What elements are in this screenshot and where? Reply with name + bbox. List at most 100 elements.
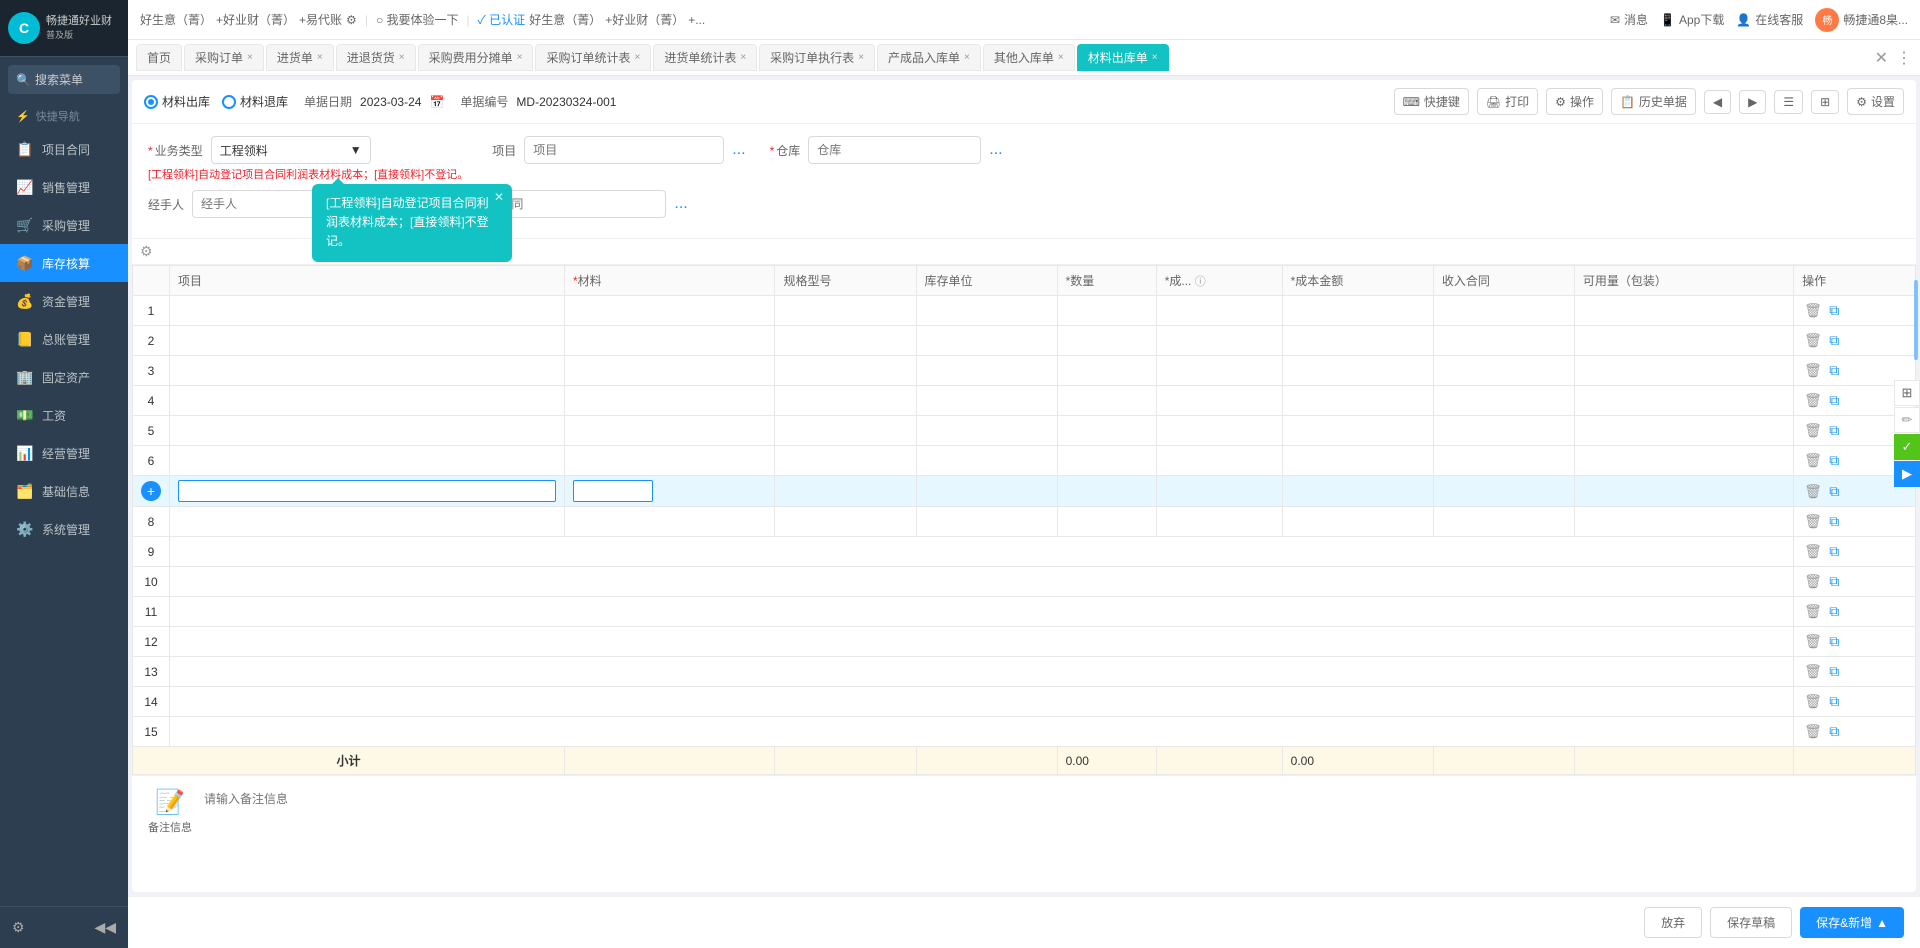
active-material-input[interactable] — [573, 480, 653, 502]
sidebar-item-accounting[interactable]: 📒 总账管理 — [0, 320, 128, 358]
tab-goods-stat[interactable]: 进货单统计表 × — [653, 44, 757, 71]
row-5-cost-price[interactable] — [1156, 416, 1282, 446]
tab-other-receipt[interactable]: 其他入库单 × — [983, 44, 1075, 71]
right-icon-blue[interactable]: ▶ — [1894, 461, 1920, 487]
user-profile[interactable]: 畅 畅捷通8臬... — [1815, 8, 1908, 32]
row-1-cost-price[interactable] — [1156, 296, 1282, 326]
row-2-project[interactable] — [170, 326, 565, 356]
search-menu-button[interactable]: 🔍 搜索菜单 — [8, 65, 120, 94]
business-type-select[interactable]: 工程领料 ▼ — [211, 136, 371, 164]
row-active-quantity[interactable] — [1057, 476, 1156, 507]
sidebar-item-system[interactable]: ⚙️ 系统管理 — [0, 510, 128, 548]
row-6-unit[interactable] — [916, 446, 1057, 476]
row-4-spec[interactable] — [775, 386, 916, 416]
tooltip-close-button[interactable]: ✕ — [494, 188, 504, 207]
row-1-cost-amount[interactable] — [1282, 296, 1433, 326]
active-project-input[interactable] — [178, 480, 556, 502]
row-3-spec[interactable] — [775, 356, 916, 386]
row-3-cost-amount[interactable] — [1282, 356, 1433, 386]
right-icon-1[interactable]: ⊞ — [1894, 380, 1920, 406]
copy-row-4-button[interactable]: ⧉ — [1827, 390, 1841, 411]
row-2-income-contract[interactable] — [1433, 326, 1574, 356]
delete-row-2-button[interactable]: 🗑 — [1802, 330, 1824, 351]
row-6-cost-amount[interactable] — [1282, 446, 1433, 476]
row-6-cost-price[interactable] — [1156, 446, 1282, 476]
row-2-quantity[interactable] — [1057, 326, 1156, 356]
copy-row-5-button[interactable]: ⧉ — [1827, 420, 1841, 441]
row-active-project[interactable] — [170, 476, 565, 507]
right-icon-edit[interactable]: ✏ — [1894, 407, 1920, 433]
settings-page-button[interactable]: ⚙ 设置 — [1847, 88, 1904, 115]
row-1-available[interactable] — [1574, 296, 1793, 326]
copy-row-12-button[interactable]: ⧉ — [1827, 631, 1841, 652]
row-1-project[interactable] — [170, 296, 565, 326]
sidebar-item-assets[interactable]: 🏢 固定资产 — [0, 358, 128, 396]
link-certified[interactable]: ✓ 已认证 — [478, 11, 526, 28]
settings-button[interactable]: ⚙ — [8, 915, 29, 940]
row-4-available[interactable] — [1574, 386, 1793, 416]
row-8-project[interactable] — [170, 507, 565, 537]
tab-options-button[interactable]: ⋮ — [1896, 48, 1912, 68]
row-8-material[interactable] — [564, 507, 775, 537]
row-6-available[interactable] — [1574, 446, 1793, 476]
close-tab-other-receipt[interactable]: × — [1058, 52, 1064, 63]
link-haoshengyi2[interactable]: 好生意（菁） — [529, 11, 601, 28]
row-4-income-contract[interactable] — [1433, 386, 1574, 416]
close-tab-goods-receipt[interactable]: × — [317, 52, 323, 63]
save-new-button[interactable]: 保存&新增 ▲ — [1800, 907, 1904, 938]
calendar-icon[interactable]: 📅 — [429, 95, 444, 109]
close-tab-purchase-exec[interactable]: × — [858, 52, 864, 63]
row-3-unit[interactable] — [916, 356, 1057, 386]
delete-row-10-button[interactable]: 🗑 — [1802, 571, 1824, 592]
tab-purchase-exec[interactable]: 采购订单执行表 × — [759, 44, 875, 71]
link-more[interactable]: +... — [688, 13, 705, 27]
row-active-spec[interactable] — [775, 476, 916, 507]
online-service-button[interactable]: 👤 在线客服 — [1736, 11, 1803, 28]
row-6-quantity[interactable] — [1057, 446, 1156, 476]
tab-goods-return[interactable]: 进退货货 × — [336, 44, 416, 71]
row-4-project[interactable] — [170, 386, 565, 416]
link-settings[interactable]: ⚙ — [346, 13, 357, 27]
delete-row-5-button[interactable]: 🗑 — [1802, 420, 1824, 441]
link-haoshengyi[interactable]: 好生意（菁） — [140, 11, 212, 28]
collapse-button[interactable]: ◀◀ — [90, 915, 120, 940]
row-8-cost-price[interactable] — [1156, 507, 1282, 537]
delete-row-6-button[interactable]: 🗑 — [1802, 450, 1824, 471]
link-haoyecai2[interactable]: +好业财（菁） — [605, 11, 684, 28]
delete-row-1-button[interactable]: 🗑 — [1802, 300, 1824, 321]
row-4-material[interactable] — [564, 386, 775, 416]
row-active-income-contract[interactable] — [1433, 476, 1574, 507]
add-row-button[interactable]: + — [141, 481, 161, 501]
history-button[interactable]: 📋 历史单据 — [1611, 88, 1696, 115]
save-draft-button[interactable]: 保存草稿 — [1710, 907, 1792, 938]
row-4-cost-price[interactable] — [1156, 386, 1282, 416]
copy-row-8-button[interactable]: ⧉ — [1827, 511, 1841, 532]
row-active-cost-amount[interactable] — [1282, 476, 1433, 507]
next-record-button[interactable]: ▶ — [1739, 90, 1766, 114]
sidebar-item-payroll[interactable]: 💵 工资 — [0, 396, 128, 434]
sidebar-item-sales[interactable]: 📈 销售管理 — [0, 168, 128, 206]
delete-row-13-button[interactable]: 🗑 — [1802, 661, 1824, 682]
row-1-quantity[interactable] — [1057, 296, 1156, 326]
delete-row-14-button[interactable]: 🗑 — [1802, 691, 1824, 712]
table-settings-icon[interactable]: ⚙ — [140, 243, 153, 260]
row-2-unit[interactable] — [916, 326, 1057, 356]
radio-material-return[interactable]: 材料退库 — [222, 93, 288, 110]
row-5-project[interactable] — [170, 416, 565, 446]
row-8-quantity[interactable] — [1057, 507, 1156, 537]
row-6-material[interactable] — [564, 446, 775, 476]
row-6-income-contract[interactable] — [1433, 446, 1574, 476]
warehouse-lookup-icon[interactable]: ... — [989, 141, 1002, 159]
row-5-unit[interactable] — [916, 416, 1057, 446]
row-1-spec[interactable] — [775, 296, 916, 326]
delete-row-9-button[interactable]: 🗑 — [1802, 541, 1824, 562]
row-5-material[interactable] — [564, 416, 775, 446]
sidebar-item-project[interactable]: 📋 项目合同 — [0, 130, 128, 168]
copy-row-9-button[interactable]: ⧉ — [1827, 541, 1841, 562]
shortcut-button[interactable]: ⌨ 快捷键 — [1394, 88, 1469, 115]
row-8-unit[interactable] — [916, 507, 1057, 537]
prev-record-button[interactable]: ◀ — [1704, 90, 1731, 114]
row-3-income-contract[interactable] — [1433, 356, 1574, 386]
close-all-tabs-button[interactable]: ✕ — [1875, 48, 1888, 68]
copy-row-3-button[interactable]: ⧉ — [1827, 360, 1841, 381]
